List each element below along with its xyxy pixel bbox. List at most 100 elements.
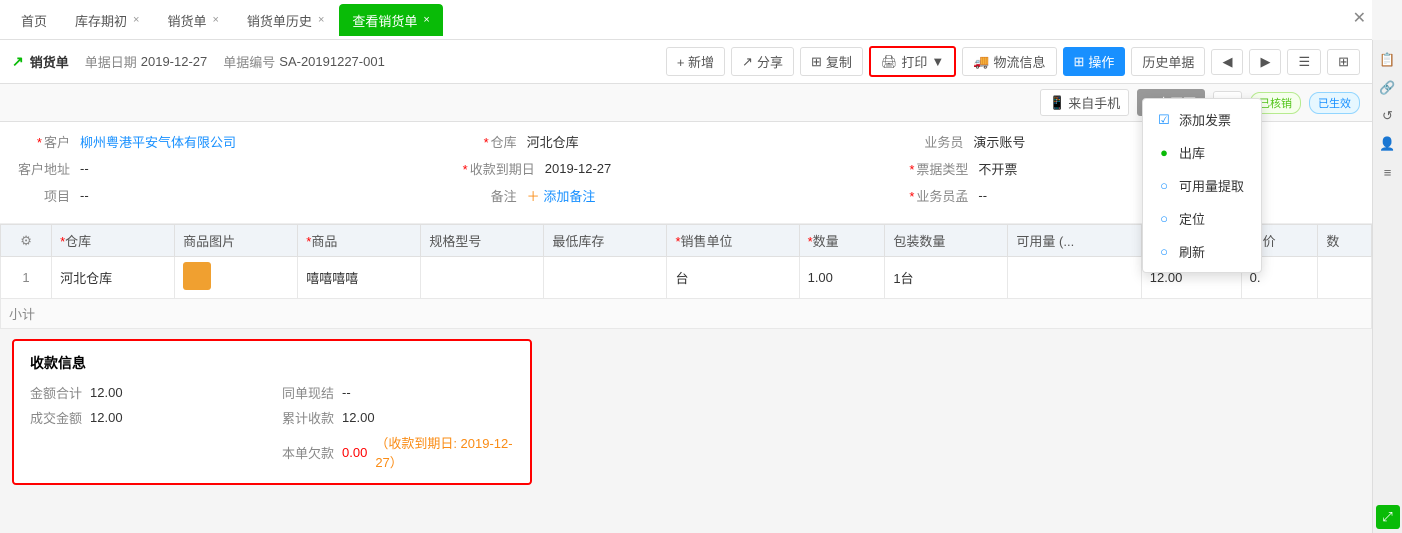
amount-total-label: 金额合计 xyxy=(30,383,82,402)
share-button[interactable]: ↗ 分享 xyxy=(731,47,794,76)
window-close-button[interactable]: ✕ xyxy=(1353,8,1366,28)
radio-icon-3: ○ xyxy=(1157,245,1171,259)
available-qty-label: 可用量提取 xyxy=(1179,176,1244,195)
operation-dropdown: ☑ 添加发票 ● 出库 ○ 可用量提取 ○ 定位 ○ 刷新 xyxy=(1142,98,1262,273)
tab-sales-history-close[interactable]: × xyxy=(318,14,324,26)
ticket-type-label: 票据类型 xyxy=(909,159,974,178)
due-date-field: 收款到期日 2019-12-27 xyxy=(463,159,910,178)
view-grid-button[interactable]: ⊞ xyxy=(1327,49,1360,75)
date-label: 单据日期 xyxy=(85,52,137,71)
th-quantity: *数量 xyxy=(799,225,885,257)
doc-type-label: 销货单 xyxy=(30,52,69,71)
sidebar-link-icon[interactable]: 🔗 xyxy=(1376,76,1400,100)
sidebar-document-icon[interactable]: 📋 xyxy=(1376,48,1400,72)
print-button[interactable]: 🖨 打印 ▼ xyxy=(869,46,956,77)
same-order-label: 同单现结 xyxy=(282,383,334,402)
tab-inventory-init-label: 库存期初 xyxy=(75,11,127,30)
logistics-button[interactable]: 🚚 物流信息 xyxy=(962,47,1056,76)
phone-icon: 📱 xyxy=(1049,95,1065,111)
customer-value[interactable]: 柳州粤港平安气体有限公司 xyxy=(80,132,236,151)
dropdown-add-invoice[interactable]: ☑ 添加发票 xyxy=(1143,103,1261,136)
salesperson-label: 业务员孟 xyxy=(909,186,974,205)
dropdown-refresh[interactable]: ○ 刷新 xyxy=(1143,235,1261,268)
operation-button[interactable]: ⊞ 操作 xyxy=(1063,47,1126,76)
payment-grid: 金额合计 12.00 同单现结 -- 成交金额 12.00 累计收款 12.00… xyxy=(30,383,514,471)
ticket-type-value: 不开票 xyxy=(978,159,1017,178)
doc-number-meta: 单据编号 SA-20191227-001 xyxy=(223,52,385,71)
due-date-label: 收款到期日 xyxy=(463,159,541,178)
tab-sales-order-close[interactable]: × xyxy=(212,14,218,26)
share-icon: ↗ xyxy=(742,54,753,70)
radio-icon-2: ○ xyxy=(1157,212,1171,226)
dropdown-outbound[interactable]: ● 出库 xyxy=(1143,136,1261,169)
doc-title: ↗ 销货单 xyxy=(12,52,69,71)
staff-field: 业务员 演示账号 xyxy=(909,132,1356,151)
due-date-value: 2019-12-27 xyxy=(545,161,612,176)
dropdown-locate[interactable]: ○ 定位 xyxy=(1143,202,1261,235)
due-amount-row: 本单欠款 0.00 （收款到期日: 2019-12-27） xyxy=(282,433,514,471)
doc-date-meta: 单据日期 2019-12-27 xyxy=(85,52,208,71)
same-order-row: 同单现结 -- xyxy=(282,383,514,402)
tab-sales-order[interactable]: 销货单 × xyxy=(154,4,231,36)
amount-total-value: 12.00 xyxy=(90,385,123,400)
note-add[interactable]: ＋ 添加备注 xyxy=(527,186,596,205)
effective-badge: 已生效 xyxy=(1309,92,1360,114)
copy-button[interactable]: ⊞ 复制 xyxy=(800,47,863,76)
sidebar-person-icon[interactable]: 👤 xyxy=(1376,132,1400,156)
tab-home[interactable]: 首页 xyxy=(8,4,60,36)
payment-info-box: 收款信息 金额合计 12.00 同单现结 -- 成交金额 12.00 累计收款 … xyxy=(12,339,532,485)
project-field: 项目 -- xyxy=(16,186,463,205)
doc-title-icon: ↗ xyxy=(12,53,24,70)
nav-prev-button[interactable]: ◀ xyxy=(1211,49,1243,75)
tab-sales-history[interactable]: 销货单历史 × xyxy=(234,4,337,36)
row-product-img xyxy=(175,257,298,299)
share-label: 分享 xyxy=(757,52,783,71)
history-button[interactable]: 历史单据 xyxy=(1131,47,1205,76)
row-amount xyxy=(1318,257,1372,299)
subtotal-label: 小计 xyxy=(1,299,1372,329)
due-amount-value: 0.00 xyxy=(342,445,367,460)
tab-view-sales[interactable]: 查看销货单 × xyxy=(339,4,442,36)
view-list-button[interactable]: ☰ xyxy=(1287,49,1321,75)
from-phone-button[interactable]: 📱 来自手机 xyxy=(1040,89,1129,116)
subtotal-row: 小计 xyxy=(1,299,1372,329)
right-sidebar: 📋 🔗 ↺ 👤 ≡ ⤢ xyxy=(1372,40,1402,533)
sidebar-rotate-icon[interactable]: ↺ xyxy=(1376,104,1400,128)
payment-title: 收款信息 xyxy=(30,353,514,373)
transaction-amount-row: 成交金额 12.00 xyxy=(30,408,262,427)
staff-value: 演示账号 xyxy=(973,132,1025,151)
print-label: 打印 xyxy=(901,52,927,71)
nav-next-button[interactable]: ▶ xyxy=(1249,49,1281,75)
product-image xyxy=(183,262,211,290)
th-available: 可用量 (... xyxy=(1008,225,1141,257)
th-product: *商品 xyxy=(298,225,421,257)
project-label: 项目 xyxy=(16,186,76,205)
row-index: 1 xyxy=(1,257,52,299)
tab-view-sales-close[interactable]: × xyxy=(423,14,429,26)
new-button[interactable]: + 新增 xyxy=(666,47,725,76)
customer-label: 客户 xyxy=(16,132,76,151)
salesperson-field: 业务员孟 -- xyxy=(909,186,1356,205)
same-order-value: -- xyxy=(342,385,351,400)
note-field: 备注 ＋ 添加备注 xyxy=(463,186,910,205)
address-value: -- xyxy=(80,161,89,176)
print-dropdown-arrow: ▼ xyxy=(931,54,944,69)
sidebar-expand-icon[interactable]: ⤢ xyxy=(1376,505,1400,529)
row-sales-unit: 台 xyxy=(667,257,799,299)
row-available xyxy=(1008,257,1141,299)
truck-icon: 🚚 xyxy=(973,54,989,70)
outbound-label: 出库 xyxy=(1179,143,1205,162)
dropdown-available-qty[interactable]: ○ 可用量提取 xyxy=(1143,169,1261,202)
warehouse-label: 仓库 xyxy=(463,132,523,151)
row-spec xyxy=(421,257,544,299)
tab-view-sales-label: 查看销货单 xyxy=(352,11,417,30)
radio-checked-icon: ● xyxy=(1157,146,1171,160)
sidebar-list-icon[interactable]: ≡ xyxy=(1376,160,1400,184)
payment-total-row: 金额合计 12.00 xyxy=(30,383,262,402)
history-label: 历史单据 xyxy=(1142,52,1194,71)
locate-label: 定位 xyxy=(1179,209,1205,228)
th-product-img: 商品图片 xyxy=(175,225,298,257)
tab-inventory-init[interactable]: 库存期初 × xyxy=(62,4,152,36)
tab-bar: 首页 库存期初 × 销货单 × 销货单历史 × 查看销货单 × ✕ xyxy=(0,0,1372,40)
tab-inventory-init-close[interactable]: × xyxy=(133,14,139,26)
